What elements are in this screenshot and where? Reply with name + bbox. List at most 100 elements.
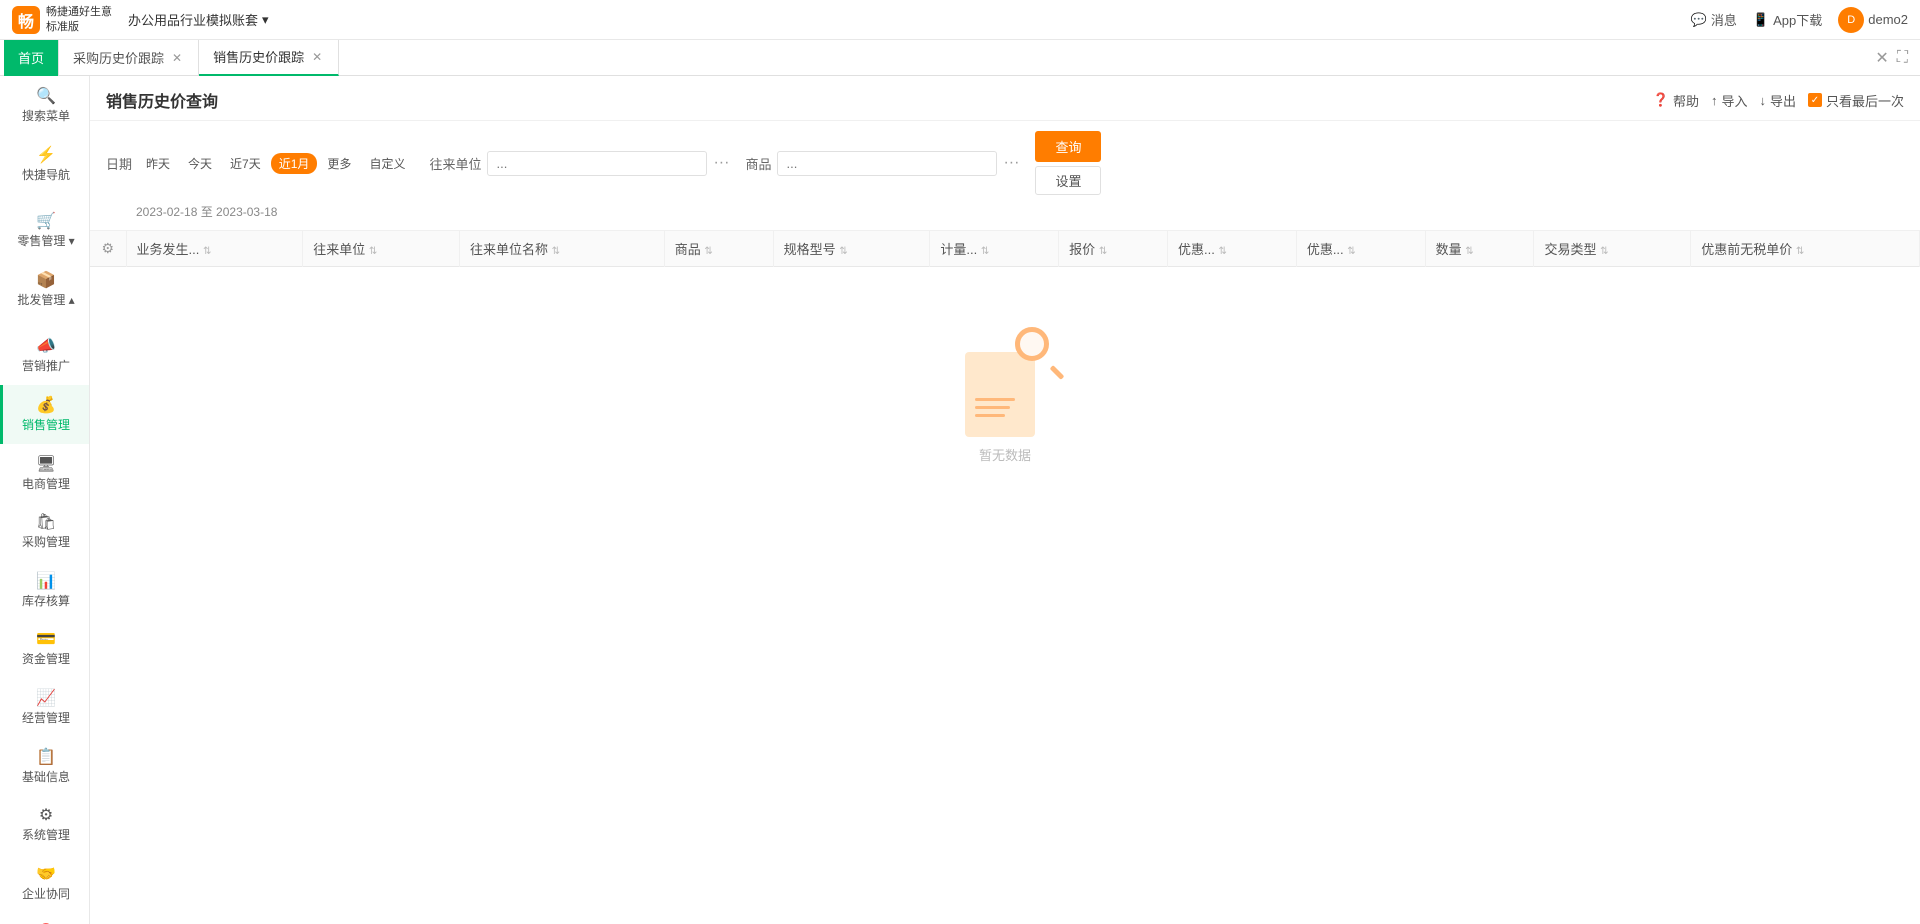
table-header: ⚙ 业务发生... ⇅ 往来单位 ⇅ 往来单位名称 — [90, 231, 1920, 267]
maximize-window-btn[interactable]: ⛶ — [1897, 49, 1908, 67]
filter-row-1: 日期 昨天 今天 近7天 近1月 更多 自定义 往来单位 ·· — [106, 131, 1904, 195]
table-settings-icon[interactable]: ⚙ — [101, 240, 114, 256]
message-btn[interactable]: 💬 消息 — [1691, 10, 1737, 29]
avatar: D — [1838, 7, 1864, 33]
sidebar-item-purchase[interactable]: 🛍 采购管理 — [0, 502, 89, 561]
topbar: 畅 畅捷通好生意 标准版 办公用品行业模拟账套 ▾ 💬 消息 📱 App下载 D… — [0, 0, 1920, 40]
date-opt-custom[interactable]: 自定义 — [361, 153, 413, 174]
page-actions: ❓ 帮助 ↑ 导入 ↓ 导出 只看最后一次 — [1653, 91, 1904, 110]
sort-spec-icon: ⇅ — [839, 246, 847, 257]
workspace-selector[interactable]: 办公用品行业模拟账套 ▾ — [120, 6, 277, 33]
sidebar-item-marketing[interactable]: 📣 营销推广 — [0, 326, 89, 385]
purchase-icon: 🛍 — [36, 512, 56, 532]
sidebar-item-guide[interactable]: 🎯 新手引导 — [0, 912, 89, 924]
th-discount1[interactable]: 优惠... ⇅ — [1168, 231, 1297, 267]
help-btn[interactable]: ❓ 帮助 — [1653, 91, 1699, 110]
tab-sales[interactable]: 销售历史价跟踪 ✕ — [199, 40, 339, 76]
date-opt-last1m[interactable]: 近1月 — [271, 153, 318, 174]
th-pretax-price[interactable]: 优惠前无税单价 ⇅ — [1691, 231, 1920, 267]
th-partner-code[interactable]: 往来单位 ⇅ — [303, 231, 460, 267]
sidebar-item-finance[interactable]: 💳 资金管理 — [0, 619, 89, 678]
sales-mgmt-icon: 💰 — [36, 395, 56, 415]
message-icon: 💬 — [1691, 12, 1707, 28]
sidebar-item-system[interactable]: ⚙ 系统管理 — [0, 795, 89, 854]
filter-row-2: 2023-02-18 至 2023-03-18 — [106, 203, 1904, 220]
logo-icon: 畅 — [12, 6, 40, 34]
topbar-right: 💬 消息 📱 App下载 D demo2 — [1691, 7, 1908, 33]
partner-filter: 往来单位 ··· — [429, 151, 729, 176]
sort-qty-icon: ⇅ — [1465, 246, 1473, 257]
data-table: ⚙ 业务发生... ⇅ 往来单位 ⇅ 往来单位名称 — [90, 231, 1920, 267]
sidebar-item-wholesale[interactable]: 📦 批发管理 ▴ — [0, 260, 89, 319]
date-opt-today[interactable]: 今天 — [180, 153, 220, 174]
sidebar-item-sales-mgmt[interactable]: 💰 销售管理 — [0, 385, 89, 444]
date-opt-yesterday[interactable]: 昨天 — [138, 153, 178, 174]
main-layout: 🔍 搜索菜单 ⚡ 快捷导航 🛒 零售管理 ▾ 📦 批发管理 ▴ 📣 营销推广 💰… — [0, 76, 1920, 924]
close-purchase-tab[interactable]: ✕ — [170, 49, 184, 67]
topbar-left: 畅 畅捷通好生意 标准版 办公用品行业模拟账套 ▾ — [12, 5, 277, 34]
settings-button[interactable]: 设置 — [1035, 166, 1101, 195]
operation-icon: 📈 — [36, 688, 56, 708]
th-biz-date[interactable]: 业务发生... ⇅ — [126, 231, 303, 267]
app-download-btn[interactable]: 📱 App下载 — [1753, 10, 1822, 29]
close-window-btn[interactable]: ✕ — [1875, 48, 1888, 68]
sidebar-item-retail[interactable]: 🛒 零售管理 ▾ — [0, 201, 89, 260]
sidebar-item-inventory[interactable]: 📊 库存核算 — [0, 561, 89, 620]
page-header: 销售历史价查询 ❓ 帮助 ↑ 导入 ↓ 导出 — [90, 76, 1920, 121]
import-icon: ↑ — [1711, 93, 1718, 108]
chevron-down-icon: ▾ — [262, 12, 269, 28]
page-container: 销售历史价查询 ❓ 帮助 ↑ 导入 ↓ 导出 — [90, 76, 1920, 924]
th-trade-type[interactable]: 交易类型 ⇅ — [1534, 231, 1691, 267]
filter-bar: 日期 昨天 今天 近7天 近1月 更多 自定义 往来单位 ·· — [90, 121, 1920, 231]
empty-illustration — [945, 327, 1065, 437]
only-last-checkbox[interactable]: 只看最后一次 — [1808, 91, 1904, 110]
th-qty[interactable]: 数量 ⇅ — [1425, 231, 1534, 267]
date-opt-last7[interactable]: 近7天 — [222, 153, 269, 174]
empty-state: 暂无数据 — [90, 267, 1920, 524]
action-buttons: 查询 设置 — [1035, 131, 1101, 195]
import-btn[interactable]: ↑ 导入 — [1711, 91, 1748, 110]
th-quote[interactable]: 报价 ⇅ — [1059, 231, 1168, 267]
sidebar-item-search[interactable]: 🔍 搜索菜单 — [0, 76, 89, 135]
th-spec[interactable]: 规格型号 ⇅ — [773, 231, 930, 267]
th-product[interactable]: 商品 ⇅ — [664, 231, 773, 267]
ecom-icon: 🖥 — [36, 454, 56, 474]
basic-icon: 📋 — [36, 747, 56, 767]
sort-discount2-icon: ⇅ — [1347, 246, 1355, 257]
query-button[interactable]: 查询 — [1035, 131, 1101, 162]
export-btn[interactable]: ↓ 导出 — [1759, 91, 1796, 110]
sort-discount1-icon: ⇅ — [1218, 246, 1226, 257]
tab-actions: ✕ ⛶ — [1875, 48, 1916, 68]
th-unit[interactable]: 计量... ⇅ — [930, 231, 1059, 267]
partner-input[interactable] — [487, 151, 707, 176]
sort-unit-icon: ⇅ — [981, 246, 989, 257]
page-title: 销售历史价查询 — [106, 88, 218, 112]
sidebar-item-operation[interactable]: 📈 经营管理 — [0, 678, 89, 737]
sidebar-item-enterprise[interactable]: 🤝 企业协同 — [0, 854, 89, 913]
product-input[interactable] — [777, 151, 997, 176]
sort-pretax-price-icon: ⇅ — [1796, 246, 1804, 257]
close-sales-tab[interactable]: ✕ — [310, 48, 324, 66]
tab-home[interactable]: 首页 — [4, 40, 59, 76]
sidebar: 🔍 搜索菜单 ⚡ 快捷导航 🛒 零售管理 ▾ 📦 批发管理 ▴ 📣 营销推广 💰… — [0, 76, 90, 924]
sidebar-item-quick[interactable]: ⚡ 快捷导航 — [0, 135, 89, 194]
checkbox-icon — [1808, 93, 1822, 107]
marketing-icon: 📣 — [36, 336, 56, 356]
search-icon: 🔍 — [36, 86, 56, 106]
doc-lines — [975, 398, 1015, 417]
user-area[interactable]: D demo2 — [1838, 7, 1908, 33]
sort-product-icon: ⇅ — [704, 246, 712, 257]
sidebar-item-ecom[interactable]: 🖥 电商管理 — [0, 444, 89, 503]
th-partner-name[interactable]: 往来单位名称 ⇅ — [460, 231, 665, 267]
doc-line-3 — [975, 414, 1005, 417]
partner-select-icon[interactable]: ··· — [713, 154, 729, 172]
th-discount2[interactable]: 优惠... ⇅ — [1296, 231, 1425, 267]
tab-purchase[interactable]: 采购历史价跟踪 ✕ — [59, 40, 199, 76]
table-container: ⚙ 业务发生... ⇅ 往来单位 ⇅ 往来单位名称 — [90, 231, 1920, 924]
help-icon: ❓ — [1653, 92, 1669, 108]
table-header-row: ⚙ 业务发生... ⇅ 往来单位 ⇅ 往来单位名称 — [90, 231, 1920, 267]
magnifier-handle — [1050, 365, 1065, 380]
product-select-icon[interactable]: ··· — [1003, 154, 1019, 172]
date-opt-more[interactable]: 更多 — [319, 153, 359, 174]
sidebar-item-basic[interactable]: 📋 基础信息 — [0, 737, 89, 796]
